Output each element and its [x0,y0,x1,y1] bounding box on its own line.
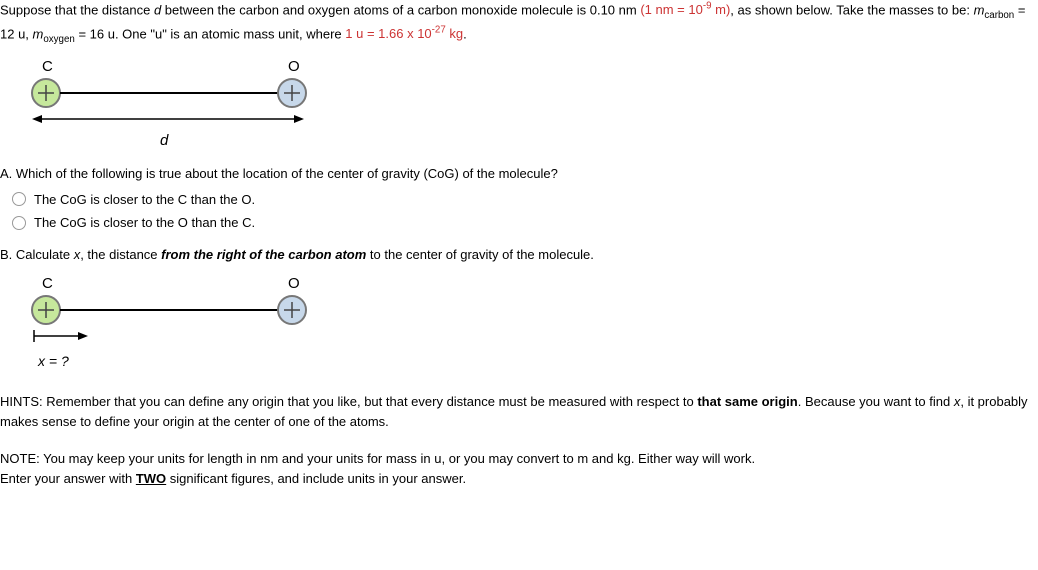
diagram-2: C O x = ? [20,274,1038,374]
intro-p1: Suppose that the distance [0,2,154,17]
red-nm: (1 nm = 10-9 m) [640,2,730,17]
molecule-diagram-2: C O x = ? [20,274,340,374]
option-a2[interactable]: The CoG is closer to the O than the C. [12,213,1038,233]
intro-p3: , as shown below. Take the masses to be: [730,2,973,17]
intro-text: Suppose that the distance d between the … [0,0,1038,47]
label-o2: O [288,275,300,292]
label-c: C [42,58,53,75]
label-c2: C [42,275,53,292]
option-a1-label: The CoG is closer to the C than the O. [34,190,255,210]
question-a-options: The CoG is closer to the C than the O. T… [12,190,1038,233]
note-text: NOTE: You may keep your units for length… [0,449,1038,488]
label-xeq: x = ? [37,353,69,369]
question-a-text: A. Which of the following is true about … [0,164,1038,184]
label-o: O [288,58,300,75]
option-a2-label: The CoG is closer to the O than the C. [34,213,255,233]
radio-icon[interactable] [12,192,26,206]
option-a1[interactable]: The CoG is closer to the C than the O. [12,190,1038,210]
radio-icon[interactable] [12,216,26,230]
page-root: Suppose that the distance d between the … [0,0,1038,488]
intro-p2: between the carbon and oxygen atoms of a… [161,2,640,17]
question-b-text: B. Calculate x, the distance from the ri… [0,245,1038,265]
label-d: d [160,132,169,149]
hints-text: HINTS: Remember that you can define any … [0,392,1038,431]
diagram-1: C O d [20,57,1038,152]
molecule-diagram-1: C O d [20,57,340,152]
red-u: 1 u = 1.66 x 10-27 kg [345,26,463,41]
